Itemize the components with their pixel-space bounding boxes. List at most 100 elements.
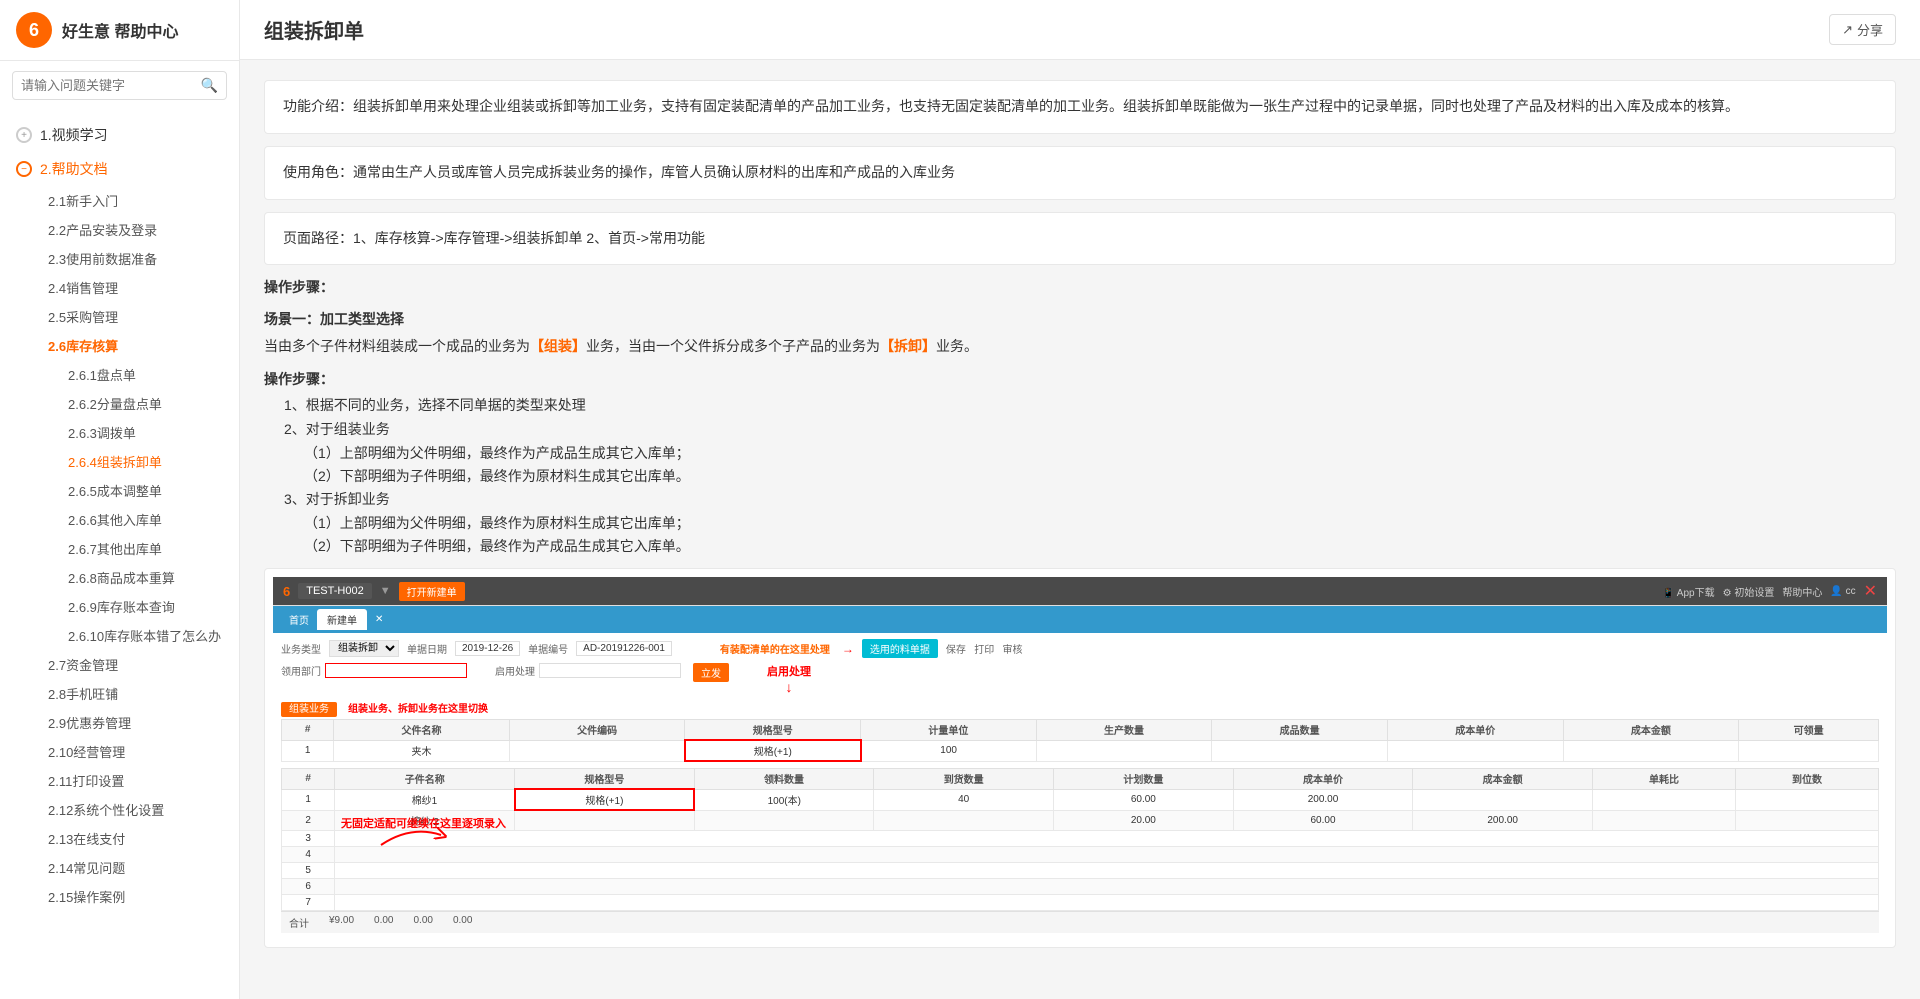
sidebar-item-262[interactable]: 2.6.2分量盘点单 <box>60 389 239 418</box>
inline-ann-arrow <box>371 820 451 853</box>
fake-app-bar: 6 TEST-H002 ▼ 打开新建单 📱 App下载 ⚙ 初始设置 帮助中心 … <box>273 577 1887 606</box>
lcell-p2 <box>1735 810 1878 830</box>
app-newdoc-btn[interactable]: 打开新建单 <box>399 582 465 601</box>
fake-app: 6 TEST-H002 ▼ 打开新建单 📱 App下载 ⚙ 初始设置 帮助中心 … <box>273 577 1887 939</box>
sidebar-item-mgmt[interactable]: 2.10经营管理 <box>40 737 239 766</box>
lcell-6: 6 <box>282 878 335 894</box>
app-nav-tabs: 首页 新建单 ✕ <box>281 606 391 633</box>
save-btn[interactable]: 立发 <box>693 663 729 682</box>
share-label: 分享 <box>1857 20 1883 39</box>
sidebar-item-newbie[interactable]: 2.1新手入门 <box>40 186 239 215</box>
lcell-cp2: 60.00 <box>1233 810 1413 830</box>
dept-row: 领用部门 <box>281 663 467 678</box>
ops-label: 操作步骤： <box>264 277 1896 297</box>
lcell-4: 4 <box>282 846 335 862</box>
func-intro-block: 功能介绍：组装拆卸单用来处理企业组装或拆卸等加工业务，支持有固定装配清单的产品加… <box>264 80 1896 134</box>
lcell-empty-5 <box>335 862 1879 878</box>
sidebar-item-prep[interactable]: 2.3使用前数据准备 <box>40 244 239 273</box>
scenario1-desc: 当由多个子件材料组装成一个成品的业务为【组装】业务，当由一个父件拆分成多个子产品… <box>264 335 1896 359</box>
cell-unit: 100 <box>861 740 1037 761</box>
logo-icon: 6 <box>16 12 52 48</box>
lcell-spec2 <box>515 810 695 830</box>
scenario1-title: 场景一：加工类型选择 <box>264 309 1896 329</box>
col-unit: 计量单位 <box>861 720 1037 741</box>
sidebar-item-mobile[interactable]: 2.8手机旺铺 <box>40 679 239 708</box>
sidebar-item-263[interactable]: 2.6.3调拨单 <box>60 418 239 447</box>
col-cost-amt: 成本金额 <box>1563 720 1739 741</box>
lcol-child-name: 子件名称 <box>335 769 515 790</box>
cell-spec: 规格(+1) <box>685 740 861 761</box>
screenshot-container: 6 TEST-H002 ▼ 打开新建单 📱 App下载 ⚙ 初始设置 帮助中心 … <box>264 568 1896 948</box>
assembly-btn[interactable]: 组装业务 <box>281 702 337 717</box>
sidebar-item-261[interactable]: 2.6.1盘点单 <box>60 360 239 389</box>
lcell-empty-4 <box>335 846 1879 862</box>
enable-row: 启用处理 <box>495 663 681 678</box>
sidebar-item-cases[interactable]: 2.15操作案例 <box>40 882 239 911</box>
search-input[interactable] <box>21 78 201 93</box>
role-intro-text: 使用角色：通常由生产人员或库管人员完成拆装业务的操作，库管人员确认原材料的出库和… <box>283 164 955 180</box>
sidebar-item-docs-main[interactable]: − 2.帮助文档 <box>0 152 239 186</box>
nav-active-tab[interactable]: 新建单 <box>317 609 367 630</box>
sidebar-item-video-main[interactable]: + 1.视频学习 <box>0 118 239 152</box>
lcell-r2 <box>1592 810 1735 830</box>
lcol-camt: 成本金额 <box>1413 769 1593 790</box>
sidebar-item-purchase[interactable]: 2.5采购管理 <box>40 302 239 331</box>
total-3: 0.00 <box>414 915 433 930</box>
search-icon[interactable]: 🔍 <box>201 77 218 94</box>
cell-code <box>509 740 685 761</box>
sidebar-item-video-label: 1.视频学习 <box>40 125 108 145</box>
lcell-2: 2 <box>282 810 335 830</box>
search-box[interactable]: 🔍 <box>12 71 227 100</box>
cell-produce <box>1036 740 1212 761</box>
sidebar-item-266[interactable]: 2.6.6其他入库单 <box>60 505 239 534</box>
num-label: 单据编号 <box>528 641 568 656</box>
sidebar-item-custom[interactable]: 2.12系统个性化设置 <box>40 795 239 824</box>
type-select[interactable]: 组装拆卸 <box>329 640 399 657</box>
sidebar-item-video[interactable]: + 1.视频学习 <box>0 118 239 152</box>
share-button[interactable]: ↗ 分享 <box>1829 14 1896 45</box>
process-btn[interactable]: 选用的料单据 <box>862 639 938 658</box>
sidebar-item-faq[interactable]: 2.14常见问题 <box>40 853 239 882</box>
enable-input[interactable] <box>539 663 681 678</box>
sidebar-item-print[interactable]: 2.11打印设置 <box>40 766 239 795</box>
lcol-num: # <box>282 769 335 790</box>
sidebar-item-install[interactable]: 2.2产品安装及登录 <box>40 215 239 244</box>
total-1: ¥9.00 <box>329 915 354 930</box>
lcell-pick2 <box>694 810 874 830</box>
lcell-spec1: 规格(+1) <box>515 789 695 810</box>
step-2-2: （2）下部明细为子件明细，最终作为原材料生成其它出库单。 <box>264 466 1896 486</box>
assembly-annotation-row: 组装业务 组装业务、拆卸业务在这里切换 <box>281 700 1879 715</box>
sidebar-item-267[interactable]: 2.6.7其他出库单 <box>60 534 239 563</box>
num-value: AD-20191226-001 <box>576 641 672 656</box>
lcell-empty-7 <box>335 894 1879 910</box>
main-header: 组装拆卸单 ↗ 分享 <box>240 0 1920 60</box>
sidebar-item-sales[interactable]: 2.4销售管理 <box>40 273 239 302</box>
sidebar-item-stock[interactable]: 2.6库存核算 <box>40 331 239 360</box>
sidebar-item-docs[interactable]: − 2.帮助文档 2.1新手入门 2.2产品安装及登录 2.3使用前数据准备 2… <box>0 152 239 911</box>
col-finish: 成品数量 <box>1212 720 1388 741</box>
sidebar-item-coupon[interactable]: 2.9优惠券管理 <box>40 708 239 737</box>
step-1: 1、根据不同的业务，选择不同单据的类型来处理 <box>264 395 1896 415</box>
app-close-icon[interactable]: ✕ <box>1864 581 1877 601</box>
col-cost-price: 成本单价 <box>1387 720 1563 741</box>
sidebar-item-finance[interactable]: 2.7资金管理 <box>40 650 239 679</box>
sidebar-item-2610[interactable]: 2.6.10库存账本错了怎么办 <box>60 621 239 650</box>
lcell-arrive1: 40 <box>874 789 1054 810</box>
bottom-summary: 合计 ¥9.00 0.00 0.00 0.00 <box>281 911 1879 933</box>
sidebar-item-269[interactable]: 2.6.9库存账本查询 <box>60 592 239 621</box>
dept-input[interactable] <box>325 663 467 678</box>
sidebar-item-265[interactable]: 2.6.5成本调整单 <box>60 476 239 505</box>
sidebar-item-264[interactable]: 2.6.4组装拆卸单 <box>60 447 239 476</box>
ltable-row-4: 4 <box>282 846 1879 862</box>
step-3-1: （1）上部明细为父件明细，最终作为原材料生成其它出库单； <box>264 513 1896 533</box>
lcell-ca1 <box>1413 789 1593 810</box>
nav-icon1: ✕ <box>375 614 383 625</box>
sidebar-item-online[interactable]: 2.13在线支付 <box>40 824 239 853</box>
sidebar-item-268[interactable]: 2.6.8商品成本重算 <box>60 563 239 592</box>
lcol-spec: 规格型号 <box>515 769 695 790</box>
func-intro-text: 功能介绍：组装拆卸单用来处理企业组装或拆卸等加工业务，支持有固定装配清单的产品加… <box>283 98 1739 114</box>
col-parent-name: 父件名称 <box>334 720 510 741</box>
sidebar: 6 好生意 帮助中心 🔍 + 1.视频学习 − 2.帮助文档 2.1新手入门 2… <box>0 0 240 999</box>
nav-home[interactable]: 首页 <box>289 612 309 627</box>
cell-name: 夹木 <box>334 740 510 761</box>
